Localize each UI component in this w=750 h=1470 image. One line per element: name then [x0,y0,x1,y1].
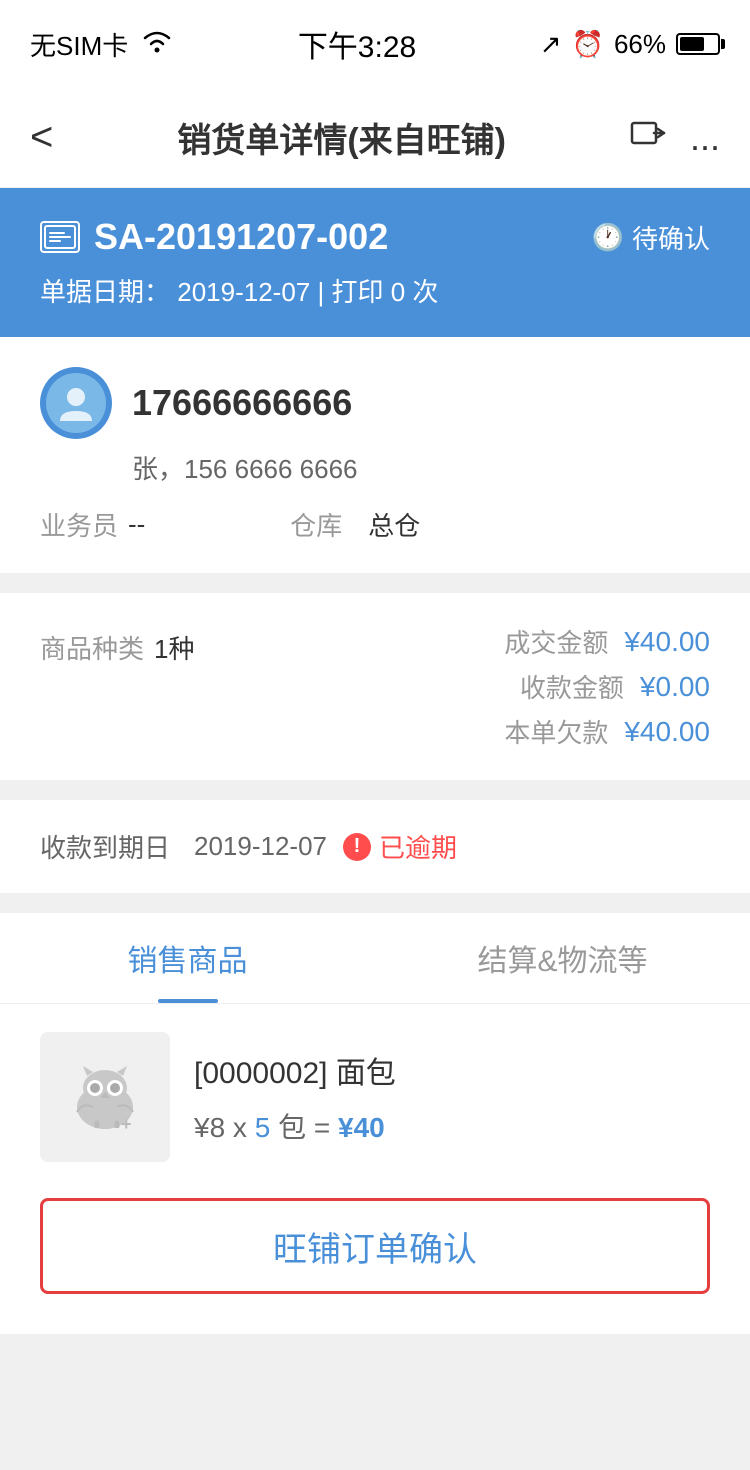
overdue-text: 已逾期 [379,828,457,865]
product-type-label: 商品种类 [40,629,144,666]
price-label: ¥8 x [194,1112,255,1143]
order-id-text: SA-20191207-002 [94,216,388,258]
status-right: ↗ ⏰ 66% [540,29,720,60]
product-name: [0000002] 面包 [194,1048,710,1092]
product-image: + [40,1032,170,1162]
svg-text:+: + [121,1114,132,1132]
order-date-row: 单据日期： 2019-12-07 | 打印 0 次 [40,272,710,309]
print-count: 0 [391,277,405,307]
owed-row: 本单欠款 ¥40.00 [504,713,710,750]
warehouse-value: 总仓 [368,506,420,543]
summary-section: 商品种类 1种 成交金额 ¥40.00 收款金额 ¥0.00 本单欠款 ¥40.… [0,593,750,780]
status-text: 待确认 [632,219,710,256]
receipt-amount: ¥0.00 [640,671,710,703]
summary-left: 商品种类 1种 [40,623,504,666]
order-status: 🕐 待确认 [592,219,710,256]
wifi-icon [140,28,174,61]
status-time: 下午3:28 [298,22,416,66]
deal-amount-value: ¥40.00 [624,626,710,658]
tab-products[interactable]: 销售商品 [0,913,375,1003]
confirm-order-button[interactable]: 旺铺订单确认 [40,1198,710,1294]
tab-settlement-label: 结算&物流等 [477,936,647,980]
avatar [40,367,112,439]
equals-sign: = [314,1112,338,1143]
customer-phone: 17666666666 [132,382,352,424]
product-info: [0000002] 面包 ¥8 x 5 包 = ¥40 [194,1048,710,1146]
due-date-value: 2019-12-07 [194,831,327,862]
nav-bar: < 销货单详情(来自旺铺) ... [0,88,750,188]
status-bar: 无SIM卡 下午3:28 ↗ ⏰ 66% [0,0,750,88]
qty-unit: 包 [278,1112,306,1143]
customer-row: 17666666666 [40,367,710,439]
customer-name: 张，156 6666 6666 [132,449,710,486]
product-title: 面包 [336,1057,396,1090]
status-left: 无SIM卡 [30,26,174,63]
due-section: 收款到期日 2019-12-07 ! 已逾期 [0,800,750,893]
back-button[interactable]: < [30,115,53,160]
battery-icon [676,33,720,55]
order-header-card: SA-20191207-002 🕐 待确认 单据日期： 2019-12-07 |… [0,188,750,337]
product-qty: 5 [255,1112,271,1143]
summary-right: 成交金额 ¥40.00 收款金额 ¥0.00 本单欠款 ¥40.00 [504,623,710,750]
overdue-badge: ! 已逾期 [343,828,457,865]
receipt-row: 收款金额 ¥0.00 [520,668,710,705]
overdue-icon: ! [343,833,371,861]
nav-actions: ... [630,115,720,160]
print-unit: 次 [412,277,438,307]
sales-meta: 业务员 -- [40,506,145,543]
product-total: ¥40 [338,1112,385,1143]
customer-meta: 业务员 -- 仓库 总仓 [40,506,710,543]
nav-title: 销货单详情(来自旺铺) [177,113,506,162]
carrier-label: 无SIM卡 [30,26,128,63]
order-type-icon [40,221,80,253]
sales-label: 业务员 [40,506,118,543]
warehouse-label: 仓库 [290,506,342,543]
share-icon[interactable] [630,115,666,160]
more-icon[interactable]: ... [690,117,720,159]
warehouse-meta: 仓库 总仓 [290,506,420,543]
owed-label: 本单欠款 [504,713,608,750]
receipt-label: 收款金额 [520,668,624,705]
order-id: SA-20191207-002 [40,216,388,258]
print-label: | 打印 [317,277,383,307]
deal-amount-label: 成交金额 [504,623,608,660]
battery-percent: 66% [614,29,666,60]
sales-value: -- [128,509,145,540]
avatar-inner [46,373,106,433]
confirm-button-wrap: 旺铺订单确认 [0,1178,750,1334]
alarm-icon: ⏰ [572,29,604,60]
product-section: + [0000002] 面包 ¥8 x 5 包 = ¥40 [0,1004,750,1190]
deal-amount-row: 成交金额 ¥40.00 [504,623,710,660]
owed-amount: ¥40.00 [624,716,710,748]
order-date: 2019-12-07 [177,277,310,307]
date-label: 单据日期： [40,277,170,307]
owl-logo: + [65,1062,145,1132]
product-price: ¥8 x 5 包 = ¥40 [194,1106,710,1146]
status-clock-icon: 🕐 [592,222,624,253]
order-id-row: SA-20191207-002 🕐 待确认 [40,216,710,258]
product-code: [0000002] [194,1057,327,1090]
customer-section: 17666666666 张，156 6666 6666 业务员 -- 仓库 总仓 [0,337,750,573]
tab-settlement[interactable]: 结算&物流等 [375,913,750,1003]
location-icon: ↗ [540,29,562,60]
tab-products-label: 销售商品 [128,936,248,980]
tabs-section: 销售商品 结算&物流等 [0,913,750,1004]
product-type-value: 1种 [154,629,194,666]
due-date-label: 收款到期日 [40,828,170,865]
tab-underline [158,999,218,1003]
